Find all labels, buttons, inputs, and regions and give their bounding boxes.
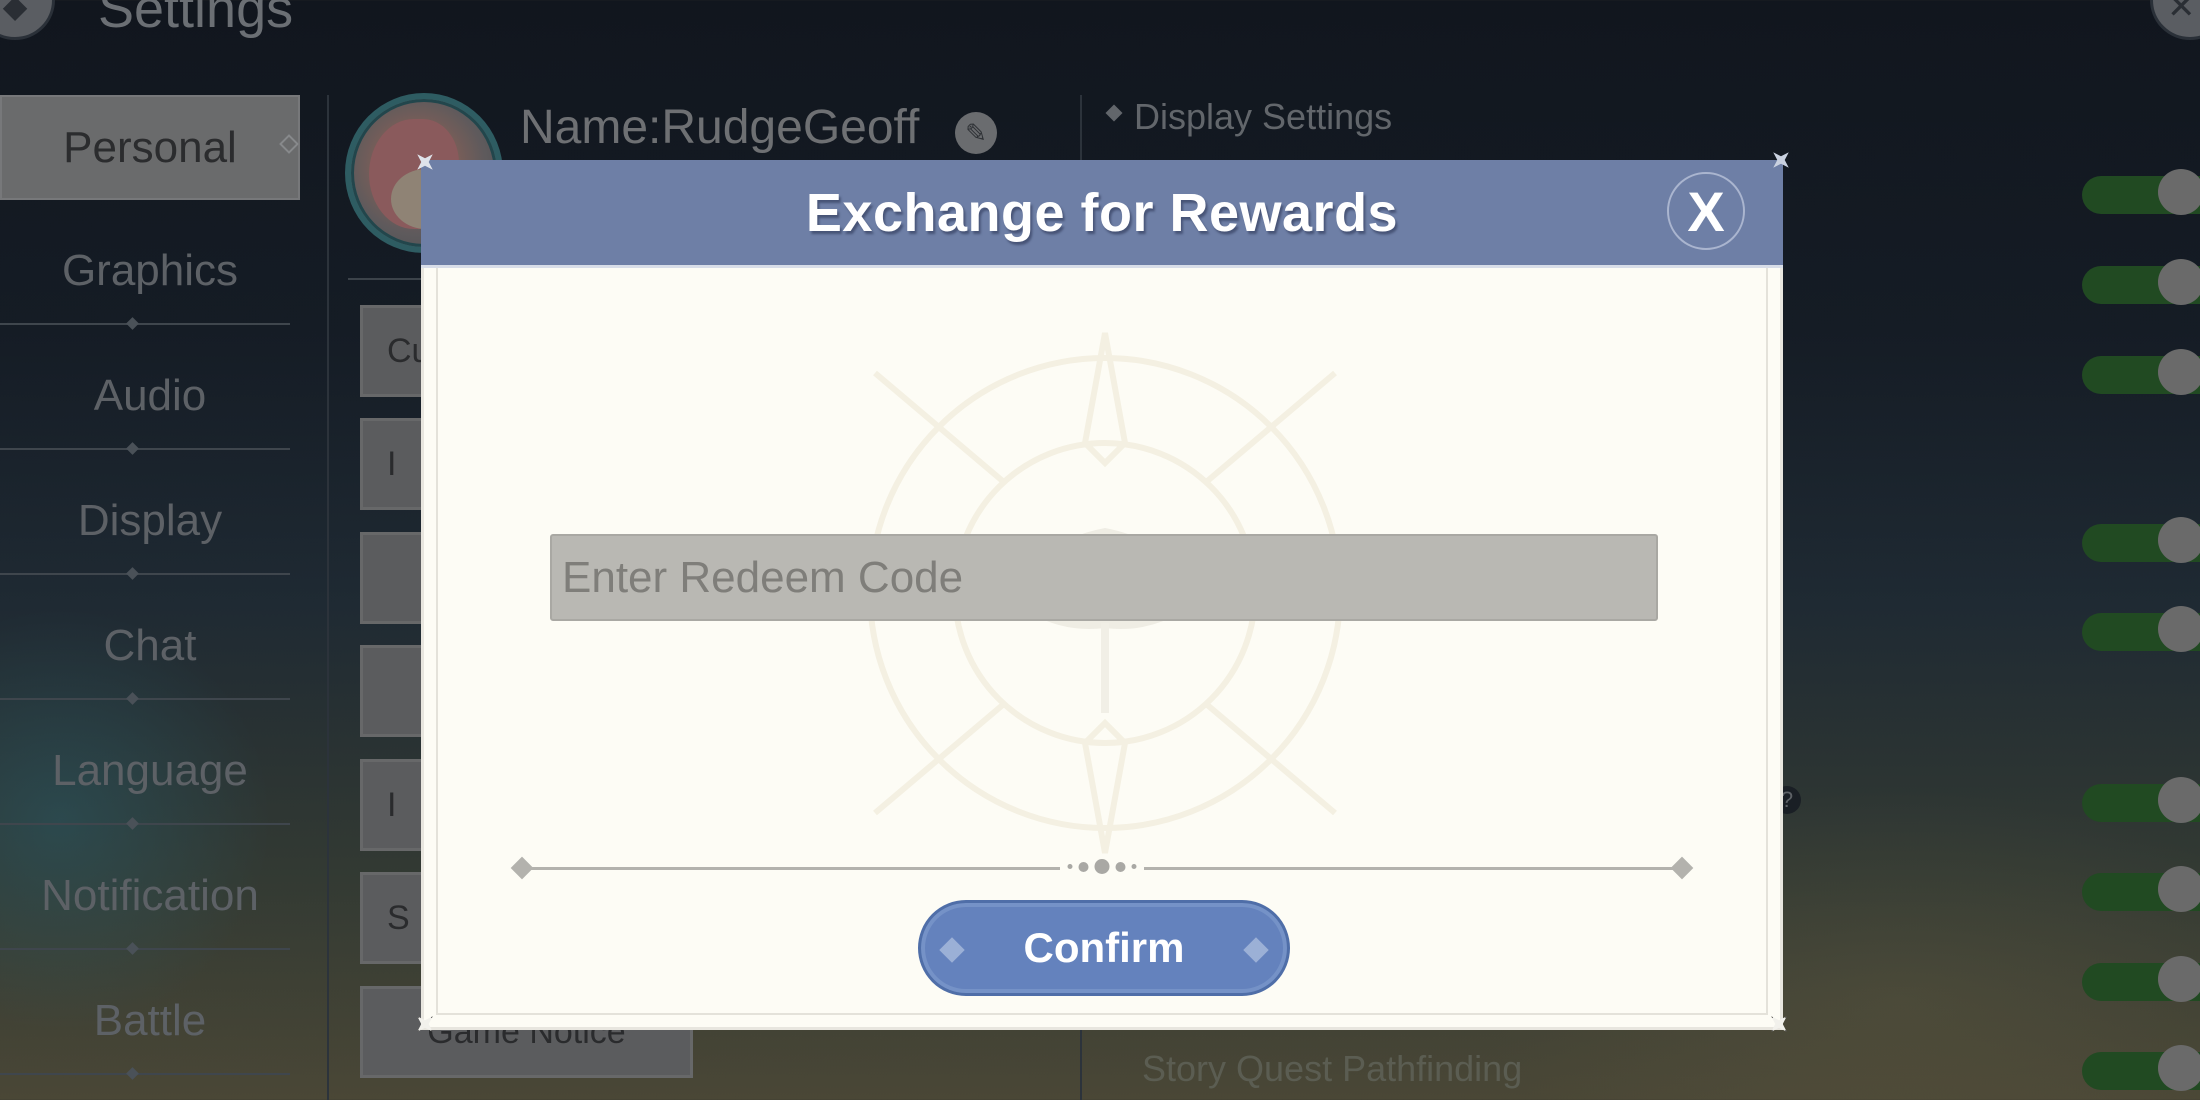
confirm-button[interactable]: Confirm	[918, 900, 1290, 996]
player-name: Name:RudgeGeoff	[520, 101, 920, 154]
setting-label: Story Quest Pathfinding	[1142, 1048, 1523, 1089]
corner-ornament-icon	[410, 149, 440, 179]
toggle-knob	[2158, 866, 2200, 912]
pencil-icon[interactable]: ✎	[955, 112, 997, 154]
setting-toggle[interactable]	[2082, 777, 2200, 823]
diamond-icon	[939, 937, 965, 963]
sidebar-item-display[interactable]: Display	[0, 458, 300, 583]
toggle-knob	[2158, 1045, 2200, 1091]
divider	[348, 278, 428, 280]
section-title: Display Settings	[1105, 96, 1393, 138]
active-indicator-icon	[279, 134, 299, 154]
corner-ornament-icon	[1764, 1011, 1794, 1041]
sidebar-item-label: Audio	[93, 370, 207, 420]
divider	[0, 1073, 290, 1075]
page-title: Settings	[98, 0, 294, 39]
setting-toggle[interactable]	[2082, 956, 2200, 1002]
setting-toggle[interactable]	[2082, 259, 2200, 305]
diamond-bullet-icon	[1105, 104, 1123, 122]
corner-ornament-icon	[1766, 147, 1796, 177]
dots-ornament-icon	[1067, 859, 1137, 874]
compass-back-icon: ◆	[2, 0, 28, 24]
sidebar-item-audio[interactable]: Audio	[0, 333, 300, 458]
sidebar-item-label: Display	[77, 495, 223, 545]
sidebar-item-label: Chat	[103, 620, 197, 670]
settings-sidebar: Personal Graphics Audio Display Chat Lan…	[0, 95, 300, 1083]
close-icon: ✕	[2167, 0, 2196, 26]
toggle-knob	[2158, 349, 2200, 395]
setting-toggle[interactable]	[2082, 1045, 2200, 1091]
divider	[0, 323, 290, 325]
toggle-knob	[2158, 777, 2200, 823]
setting-toggle[interactable]	[2082, 349, 2200, 395]
divider	[0, 448, 290, 450]
confirm-button-label: Confirm	[1023, 924, 1185, 971]
divider	[0, 948, 290, 950]
redeem-code-input[interactable]	[550, 534, 1658, 621]
sidebar-item-graphics[interactable]: Graphics	[0, 208, 300, 333]
dialog-title: Exchange for Rewards	[805, 182, 1399, 243]
profile-button-label: I	[387, 785, 397, 824]
toggle-knob	[2158, 606, 2200, 652]
diamond-icon	[1670, 856, 1694, 880]
ornamental-divider	[510, 856, 1694, 880]
setting-toggle[interactable]	[2082, 606, 2200, 652]
profile-button-label: S	[387, 898, 410, 937]
section-title-text: Display Settings	[1134, 96, 1393, 137]
setting-toggle[interactable]	[2082, 866, 2200, 912]
toggle-knob	[2158, 169, 2200, 215]
divider	[0, 698, 290, 700]
sidebar-item-chat[interactable]: Chat	[0, 583, 300, 708]
sidebar-item-label: Battle	[93, 995, 207, 1045]
profile-button-label: I	[387, 444, 397, 483]
panel-divider	[327, 95, 329, 1100]
sidebar-item-label: Personal	[63, 122, 237, 172]
sidebar-item-label: Graphics	[61, 245, 239, 295]
divider	[0, 573, 290, 575]
setting-toggle[interactable]	[2082, 517, 2200, 563]
sidebar-item-notification[interactable]: Notification	[0, 833, 300, 958]
sidebar-item-battle[interactable]: Battle	[0, 958, 300, 1083]
toggle-knob	[2158, 517, 2200, 563]
close-icon: X	[1687, 179, 1725, 243]
dialog-header: Exchange for Rewards X	[421, 160, 1783, 268]
toggle-knob	[2158, 956, 2200, 1002]
sidebar-item-personal[interactable]: Personal	[0, 95, 300, 200]
corner-ornament-icon	[410, 1011, 440, 1041]
dialog-close-button[interactable]: X	[1667, 172, 1745, 250]
setting-toggle[interactable]	[2082, 169, 2200, 215]
sidebar-item-label: Notification	[41, 870, 259, 920]
toggle-knob	[2158, 259, 2200, 305]
sidebar-item-language[interactable]: Language	[0, 708, 300, 833]
sidebar-item-label: Language	[52, 745, 248, 795]
divider	[0, 823, 290, 825]
redeem-dialog: Exchange for Rewards X Confirm	[421, 160, 1783, 1030]
diamond-icon	[1243, 937, 1269, 963]
